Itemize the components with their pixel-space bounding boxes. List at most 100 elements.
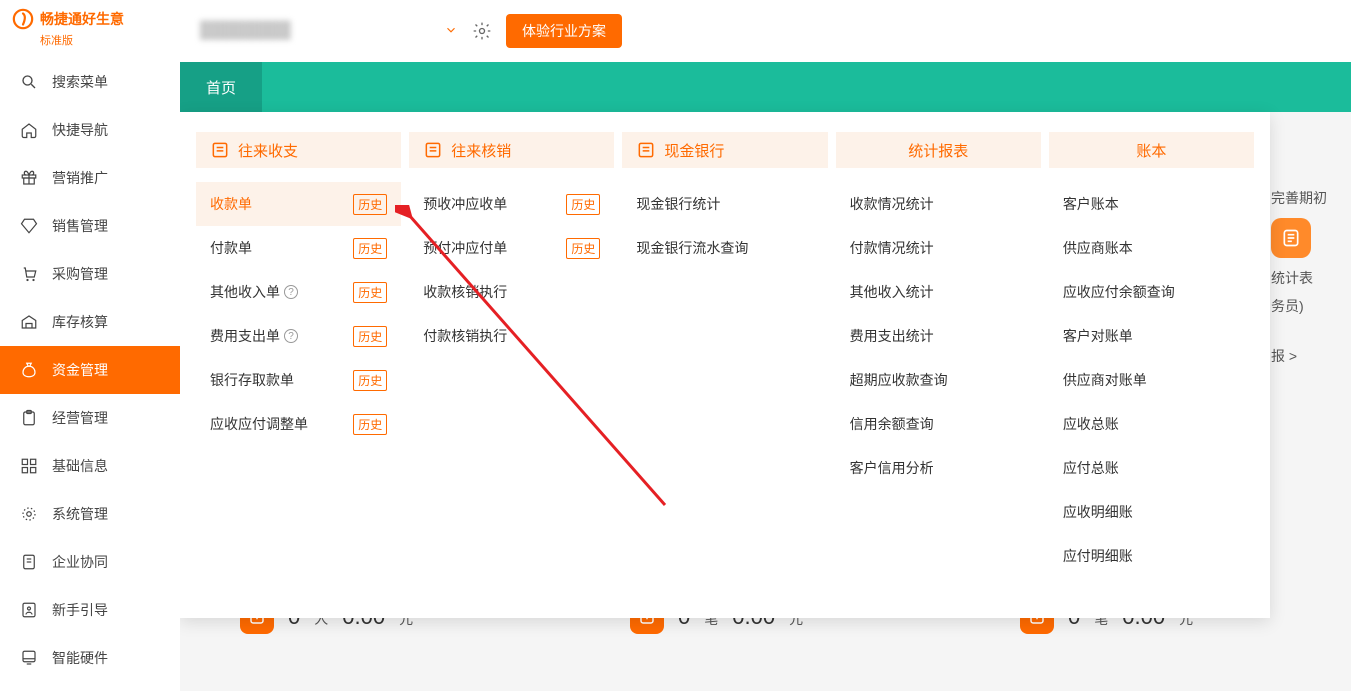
help-icon[interactable]: ? (284, 285, 298, 299)
sidebar-item-team[interactable]: 企业协同 (0, 538, 180, 586)
mega-menu-item[interactable]: 收款核销执行 (409, 270, 614, 314)
mega-column-title: 往来收支 (238, 140, 298, 161)
company-dropdown-chevron-icon[interactable] (444, 23, 458, 40)
sidebar-item-cog[interactable]: 系统管理 (0, 490, 180, 538)
history-button[interactable]: 历史 (353, 370, 387, 391)
bank-icon (636, 140, 656, 160)
mega-menu-item[interactable]: 费用支出统计 (836, 314, 1041, 358)
mega-menu-item[interactable]: 超期应收款查询 (836, 358, 1041, 402)
mega-item-label: 费用支出统计 (850, 326, 934, 346)
mega-menu-item[interactable]: 银行存取款单 历史 (196, 358, 401, 402)
sidebar-item-home[interactable]: 快捷导航 (0, 106, 180, 154)
mega-item-label: 其他收入统计 (850, 282, 934, 302)
sidebar-item-label: 库存核算 (52, 312, 108, 332)
mega-menu-item[interactable]: 费用支出单?历史 (196, 314, 401, 358)
mega-menu-item[interactable]: 付款核销执行 (409, 314, 614, 358)
mega-menu-item[interactable]: 现金银行统计 (622, 182, 827, 226)
mega-menu-item[interactable]: 客户信用分析 (836, 446, 1041, 490)
mega-menu-item[interactable]: 现金银行流水查询 (622, 226, 827, 270)
mega-menu-item[interactable]: 其他收入单?历史 (196, 270, 401, 314)
company-selector-name[interactable]: ████████ (200, 22, 430, 40)
history-button[interactable]: 历史 (353, 238, 387, 259)
mega-item-label: 预收冲应收单 (423, 194, 507, 214)
sidebar-item-label: 智能硬件 (52, 648, 108, 668)
mega-menu-item[interactable]: 客户账本 (1049, 182, 1254, 226)
sidebar-item-clipboard[interactable]: 经营管理 (0, 394, 180, 442)
sidebar-item-label: 营销推广 (52, 168, 108, 188)
mega-column-header: 现金银行 (622, 132, 827, 168)
mega-item-label: 付款核销执行 (423, 326, 507, 346)
diamond-icon (20, 217, 38, 235)
mega-menu-item[interactable]: 预收冲应收单 历史 (409, 182, 614, 226)
mega-menu-item[interactable]: 供应商对账单 (1049, 358, 1254, 402)
mega-item-label: 预付冲应付单 (423, 238, 507, 258)
history-button[interactable]: 历史 (566, 238, 600, 259)
verify-icon (423, 140, 443, 160)
mega-menu-item[interactable]: 应付总账 (1049, 446, 1254, 490)
mega-menu-item[interactable]: 应收应付调整单历史 (196, 402, 401, 446)
sidebar-item-label: 企业协同 (52, 552, 108, 572)
sidebar-item-label: 搜索菜单 (52, 72, 108, 92)
tab-strip: 首页 (180, 62, 1351, 112)
help-icon[interactable]: ? (284, 329, 298, 343)
mega-column-title: 统计报表 (908, 140, 968, 161)
grid-icon (20, 457, 38, 475)
right-peek-line[interactable]: 统计表 (1271, 268, 1351, 288)
mega-column-title: 往来核销 (451, 140, 511, 161)
mega-item-label: 应收总账 (1063, 414, 1119, 434)
mega-item-label: 付款单 (210, 238, 252, 258)
sidebar-item-search[interactable]: 搜索菜单 (0, 58, 180, 106)
sidebar-item-diamond[interactable]: 销售管理 (0, 202, 180, 250)
mega-menu-item[interactable]: 应收应付余额查询 (1049, 270, 1254, 314)
tab-home[interactable]: 首页 (180, 62, 262, 112)
history-button[interactable]: 历史 (353, 194, 387, 215)
mega-menu-item[interactable]: 供应商账本 (1049, 226, 1254, 270)
mega-menu-item[interactable]: 预付冲应付单 历史 (409, 226, 614, 270)
mega-column: 现金银行现金银行统计现金银行流水查询 (622, 132, 827, 578)
sidebar-item-grid[interactable]: 基础信息 (0, 442, 180, 490)
sidebar-item-label: 新手引导 (52, 600, 108, 620)
history-button[interactable]: 历史 (353, 326, 387, 347)
team-icon (20, 553, 38, 571)
mega-item-label: 信用余额查询 (850, 414, 934, 434)
mega-menu-item[interactable]: 其他收入统计 (836, 270, 1041, 314)
mega-column-header: 账本 (1049, 132, 1254, 168)
mega-menu-item[interactable]: 付款单 历史 (196, 226, 401, 270)
receipt-icon (210, 140, 230, 160)
settings-gear-icon[interactable] (472, 21, 492, 41)
mega-menu-item[interactable]: 信用余额查询 (836, 402, 1041, 446)
mega-menu-item[interactable]: 客户对账单 (1049, 314, 1254, 358)
sidebar-item-gift[interactable]: 营销推广 (0, 154, 180, 202)
mega-menu-item[interactable]: 收款情况统计 (836, 182, 1041, 226)
mega-column-title: 现金银行 (664, 140, 724, 161)
sidebar-item-label: 经营管理 (52, 408, 108, 428)
mega-menu-item[interactable]: 收款单历史 (196, 182, 401, 226)
sidebar-item-money-bag[interactable]: 资金管理 (0, 346, 180, 394)
mega-item-label: 现金银行统计 (636, 194, 720, 214)
sidebar-item-warehouse[interactable]: 库存核算 (0, 298, 180, 346)
mega-item-label: 银行存取款单 (210, 370, 294, 390)
mega-menu-item[interactable]: 付款情况统计 (836, 226, 1041, 270)
report-shortcut-icon[interactable] (1271, 218, 1311, 258)
history-button[interactable]: 历史 (566, 194, 600, 215)
topbar: ████████ 体验行业方案 (180, 0, 1351, 62)
mega-menu-item[interactable]: 应收明细账 (1049, 490, 1254, 534)
right-peek-line[interactable]: 报 > (1271, 346, 1351, 366)
mega-column: 往来收支收款单历史付款单历史其他收入单?历史费用支出单?历史银行存取款单历史应收… (196, 132, 401, 578)
mega-column-header: 往来收支 (196, 132, 401, 168)
cart-icon (20, 265, 38, 283)
mega-item-label: 付款情况统计 (850, 238, 934, 258)
sidebar-item-guide[interactable]: 新手引导 (0, 586, 180, 634)
mega-item-label: 应付明细账 (1063, 546, 1133, 566)
cog-icon (20, 505, 38, 523)
mega-menu-item[interactable]: 应收总账 (1049, 402, 1254, 446)
guide-icon (20, 601, 38, 619)
history-button[interactable]: 历史 (353, 414, 387, 435)
sidebar-item-cart[interactable]: 采购管理 (0, 250, 180, 298)
sidebar-item-device[interactable]: 智能硬件 (0, 634, 180, 682)
try-industry-plan-button[interactable]: 体验行业方案 (506, 14, 622, 48)
history-button[interactable]: 历史 (353, 282, 387, 303)
mega-menu-item[interactable]: 应付明细账 (1049, 534, 1254, 578)
device-icon (20, 649, 38, 667)
money-bag-icon (20, 361, 38, 379)
